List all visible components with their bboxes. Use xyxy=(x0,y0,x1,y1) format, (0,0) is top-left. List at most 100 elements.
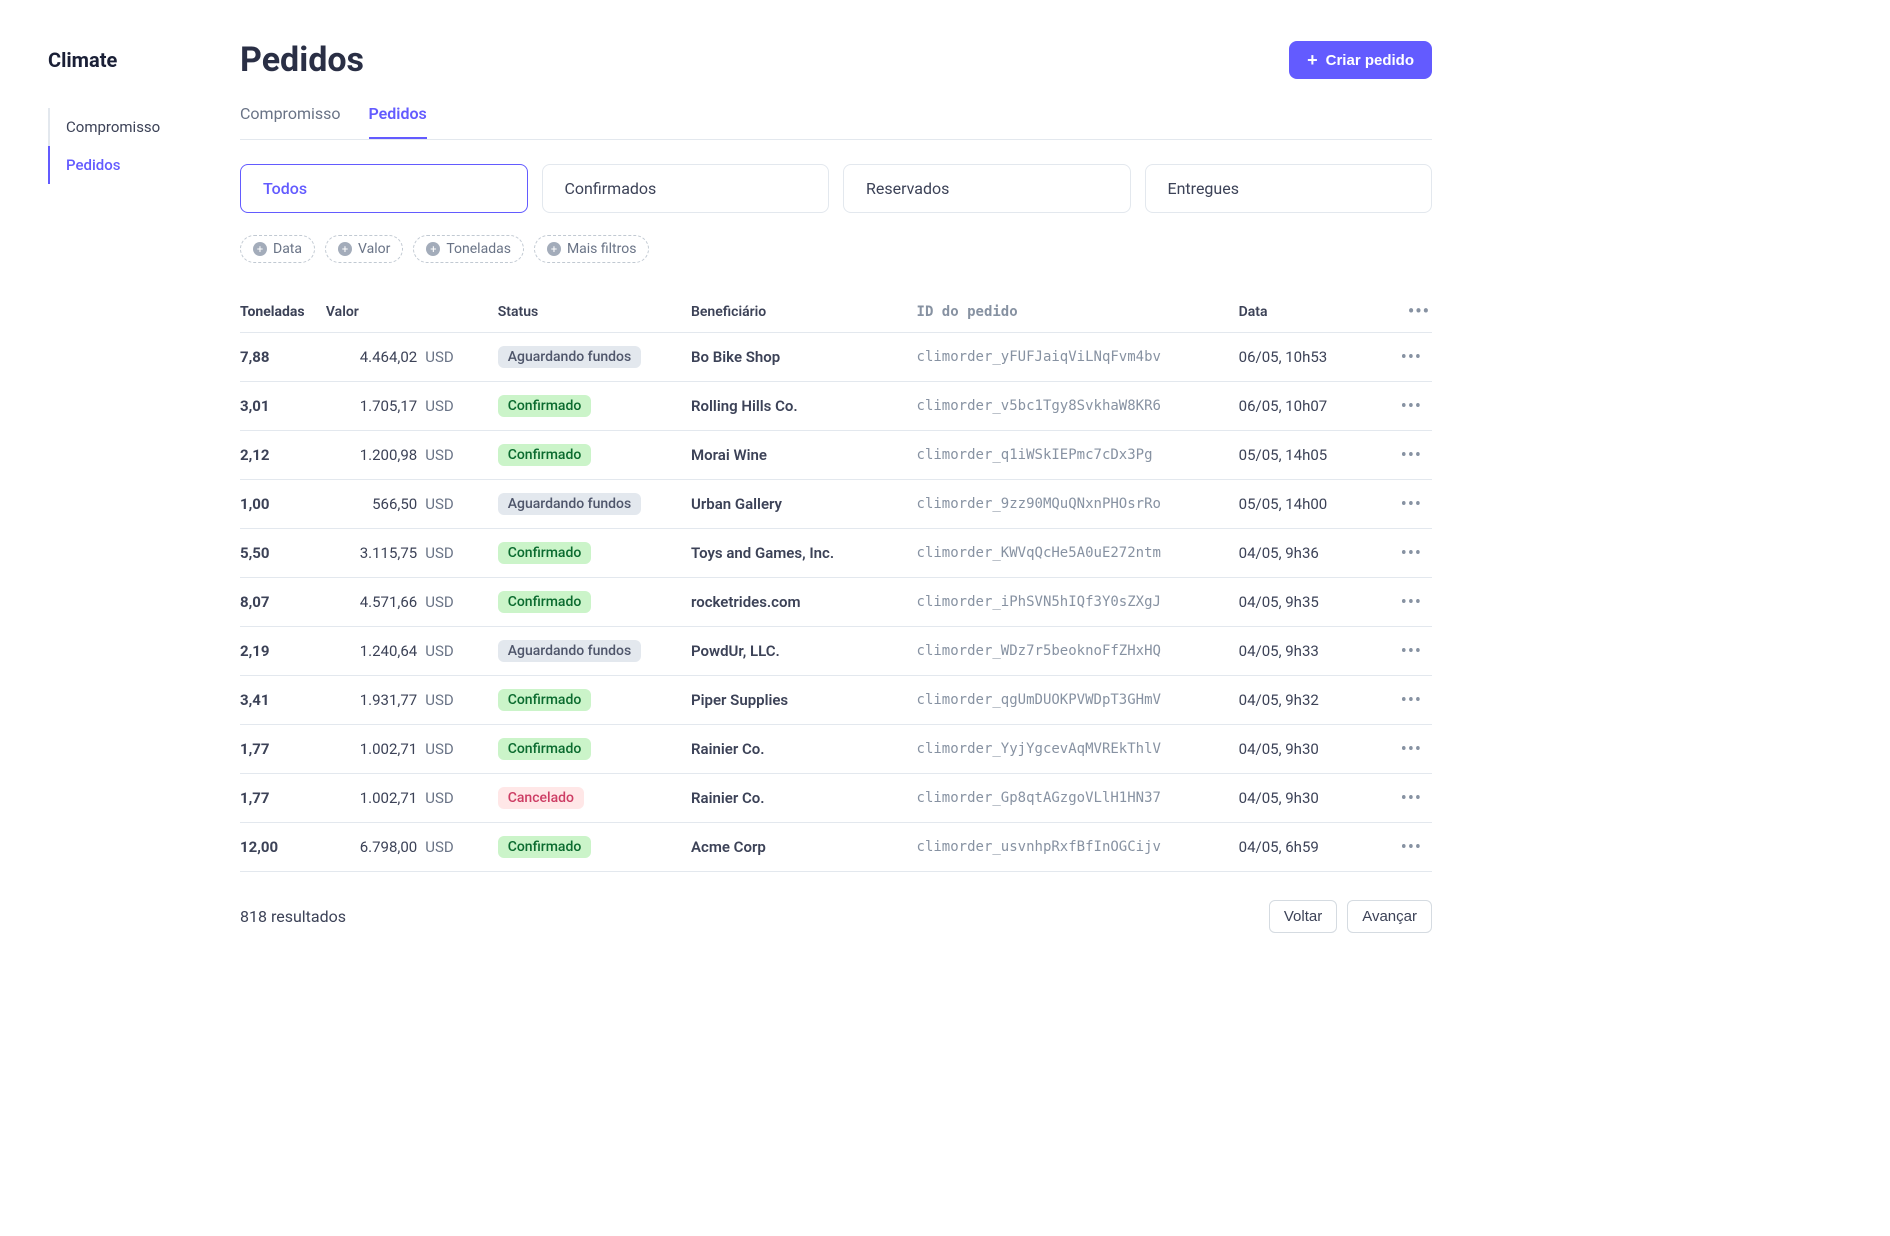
currency-label: USD xyxy=(425,691,453,709)
row-more-icon[interactable]: ••• xyxy=(1401,396,1424,417)
header-more-icon[interactable]: ••• xyxy=(1408,301,1432,322)
main-content: Pedidos + Criar pedido Compromisso Pedido… xyxy=(200,0,1480,973)
sidebar: Climate CompromissoPedidos xyxy=(0,0,200,973)
cell-actions: ••• xyxy=(1389,382,1432,431)
amount-value: 1.931,77 xyxy=(360,691,418,709)
plus-circle-icon: + xyxy=(253,242,267,256)
col-amount[interactable]: Valor xyxy=(326,291,498,333)
next-button[interactable]: Avançar xyxy=(1347,900,1432,933)
table-row[interactable]: 3,011.705,17USDConfirmadoRolling Hills C… xyxy=(240,382,1432,431)
cell-beneficiary: Toys and Games, Inc. xyxy=(691,529,917,578)
currency-label: USD xyxy=(425,789,453,807)
sidebar-item-1[interactable]: Pedidos xyxy=(48,146,200,184)
currency-label: USD xyxy=(425,838,453,856)
status-badge: Aguardando fundos xyxy=(498,493,641,515)
status-badge: Confirmado xyxy=(498,542,592,564)
filter-cards: Todos Confirmados Reservados Entregues xyxy=(240,164,1432,213)
amount-value: 1.002,71 xyxy=(360,740,418,758)
tabs: Compromisso Pedidos xyxy=(240,104,1432,140)
row-more-icon[interactable]: ••• xyxy=(1401,837,1424,858)
table-row[interactable]: 1,771.002,71USDConfirmadoRainier Co.clim… xyxy=(240,725,1432,774)
status-badge: Confirmado xyxy=(498,444,592,466)
cell-date: 06/05, 10h07 xyxy=(1239,382,1389,431)
cell-date: 05/05, 14h00 xyxy=(1239,480,1389,529)
filter-card-1[interactable]: Confirmados xyxy=(542,164,830,213)
filter-chip-3[interactable]: +Mais filtros xyxy=(534,235,650,263)
cell-actions: ••• xyxy=(1389,627,1432,676)
tab-1[interactable]: Pedidos xyxy=(369,104,427,139)
cell-status: Confirmado xyxy=(498,382,691,431)
cell-status: Cancelado xyxy=(498,774,691,823)
cell-beneficiary: rocketrides.com xyxy=(691,578,917,627)
cell-actions: ••• xyxy=(1389,480,1432,529)
cell-status: Confirmado xyxy=(498,676,691,725)
chip-label: Valor xyxy=(358,241,390,257)
row-more-icon[interactable]: ••• xyxy=(1401,543,1424,564)
chip-label: Mais filtros xyxy=(567,241,637,257)
currency-label: USD xyxy=(425,593,453,611)
row-more-icon[interactable]: ••• xyxy=(1401,641,1424,662)
row-more-icon[interactable]: ••• xyxy=(1401,788,1424,809)
filter-card-0[interactable]: Todos xyxy=(240,164,528,213)
currency-label: USD xyxy=(425,397,453,415)
cell-beneficiary: Rainier Co. xyxy=(691,774,917,823)
cell-status: Confirmado xyxy=(498,823,691,872)
cell-order-id: climorder_KWVqQcHe5A0uE272ntm xyxy=(917,529,1239,578)
cell-tons: 1,77 xyxy=(240,725,326,774)
create-order-button[interactable]: + Criar pedido xyxy=(1289,41,1432,79)
row-more-icon[interactable]: ••• xyxy=(1401,592,1424,613)
table-row[interactable]: 1,00566,50USDAguardando fundosUrban Gall… xyxy=(240,480,1432,529)
filter-card-2[interactable]: Reservados xyxy=(843,164,1131,213)
table-row[interactable]: 7,884.464,02USDAguardando fundosBo Bike … xyxy=(240,333,1432,382)
row-more-icon[interactable]: ••• xyxy=(1401,690,1424,711)
cell-beneficiary: Rainier Co. xyxy=(691,725,917,774)
cell-order-id: climorder_q1iWSkIEPmc7cDx3Pg xyxy=(917,431,1239,480)
table-row[interactable]: 3,411.931,77USDConfirmadoPiper Suppliesc… xyxy=(240,676,1432,725)
status-badge: Confirmado xyxy=(498,395,592,417)
cell-status: Confirmado xyxy=(498,725,691,774)
cell-order-id: climorder_WDz7r5beoknoFfZHxHQ xyxy=(917,627,1239,676)
row-more-icon[interactable]: ••• xyxy=(1401,445,1424,466)
filter-chip-1[interactable]: +Valor xyxy=(325,235,403,263)
header: Pedidos + Criar pedido xyxy=(240,40,1432,80)
orders-table: Toneladas Valor Status Beneficiário ID d… xyxy=(240,291,1432,872)
filter-chip-2[interactable]: +Toneladas xyxy=(413,235,524,263)
currency-label: USD xyxy=(425,348,453,366)
table-row[interactable]: 2,121.200,98USDConfirmadoMorai Wineclimo… xyxy=(240,431,1432,480)
cell-amount: 1.240,64USD xyxy=(326,627,498,676)
col-date[interactable]: Data xyxy=(1239,291,1389,333)
amount-value: 3.115,75 xyxy=(360,544,418,562)
tab-0[interactable]: Compromisso xyxy=(240,104,341,139)
cell-date: 04/05, 9h36 xyxy=(1239,529,1389,578)
currency-label: USD xyxy=(425,446,453,464)
back-button[interactable]: Voltar xyxy=(1269,900,1337,933)
cell-status: Aguardando fundos xyxy=(498,627,691,676)
chip-label: Data xyxy=(273,241,302,257)
cell-date: 06/05, 10h53 xyxy=(1239,333,1389,382)
table-row[interactable]: 2,191.240,64USDAguardando fundosPowdUr, … xyxy=(240,627,1432,676)
cell-tons: 3,41 xyxy=(240,676,326,725)
col-tons[interactable]: Toneladas xyxy=(240,291,326,333)
filter-card-3[interactable]: Entregues xyxy=(1145,164,1433,213)
table-row[interactable]: 12,006.798,00USDConfirmadoAcme Corpclimo… xyxy=(240,823,1432,872)
cell-tons: 3,01 xyxy=(240,382,326,431)
table-header-row: Toneladas Valor Status Beneficiário ID d… xyxy=(240,291,1432,333)
status-badge: Aguardando fundos xyxy=(498,640,641,662)
row-more-icon[interactable]: ••• xyxy=(1401,739,1424,760)
plus-circle-icon: + xyxy=(426,242,440,256)
cell-amount: 1.002,71USD xyxy=(326,774,498,823)
table-row[interactable]: 8,074.571,66USDConfirmadorocketrides.com… xyxy=(240,578,1432,627)
col-status[interactable]: Status xyxy=(498,291,691,333)
cell-amount: 1.200,98USD xyxy=(326,431,498,480)
row-more-icon[interactable]: ••• xyxy=(1401,494,1424,515)
filter-chip-0[interactable]: + Data xyxy=(240,235,315,263)
col-order-id[interactable]: ID do pedido xyxy=(917,291,1239,333)
row-more-icon[interactable]: ••• xyxy=(1401,347,1424,368)
sidebar-item-0[interactable]: Compromisso xyxy=(48,108,200,146)
amount-value: 4.464,02 xyxy=(360,348,418,366)
cell-date: 04/05, 9h30 xyxy=(1239,774,1389,823)
amount-value: 1.705,17 xyxy=(360,397,418,415)
col-beneficiary[interactable]: Beneficiário xyxy=(691,291,917,333)
table-row[interactable]: 5,503.115,75USDConfirmadoToys and Games,… xyxy=(240,529,1432,578)
table-row[interactable]: 1,771.002,71USDCanceladoRainier Co.climo… xyxy=(240,774,1432,823)
